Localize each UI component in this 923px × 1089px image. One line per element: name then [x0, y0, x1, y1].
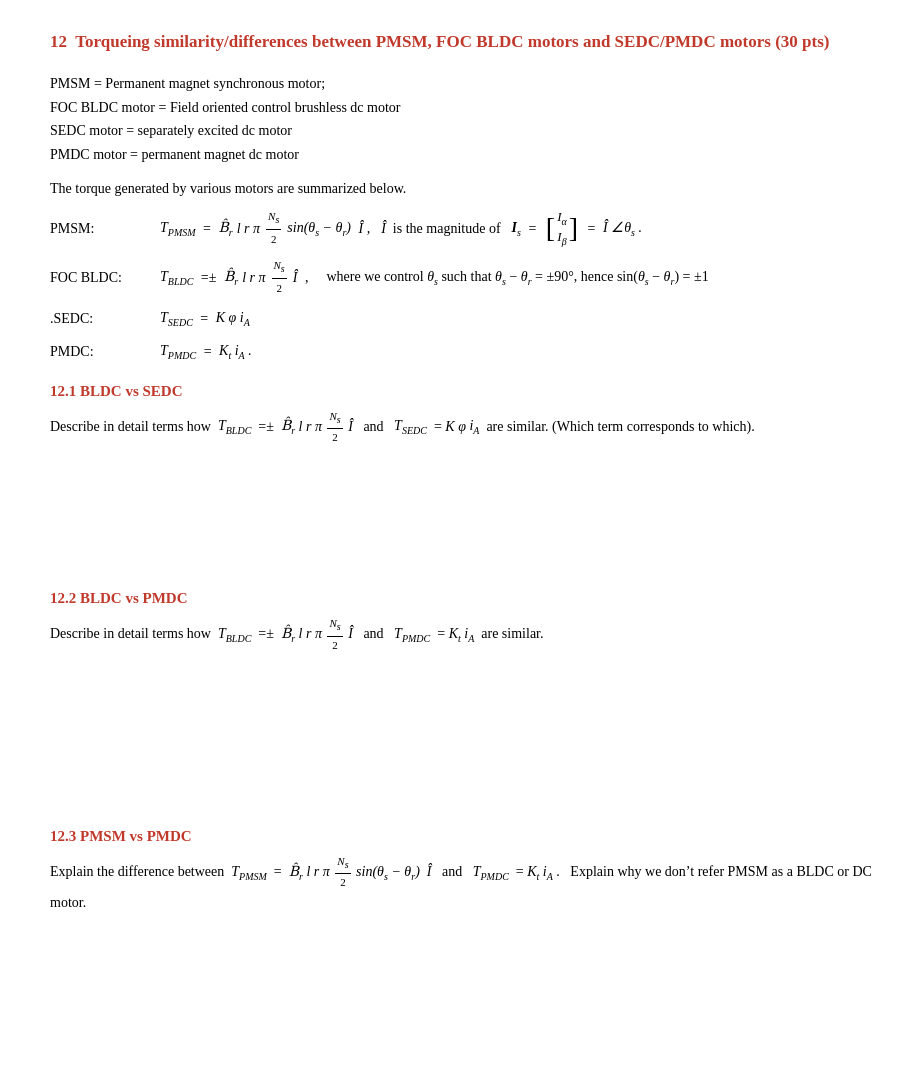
- pmdc-formula: TPMDC = Kt iA .: [160, 338, 252, 365]
- page-title: 12 Torqueing similarity/differences betw…: [50, 30, 873, 54]
- page-container: 12 Torqueing similarity/differences betw…: [50, 30, 873, 914]
- foc-bldc-label: FOC BLDC:: [50, 265, 160, 290]
- pmsm-label: PMSM:: [50, 216, 160, 241]
- pmdc-label: PMDC:: [50, 339, 160, 364]
- answer-space-12-2: [50, 660, 873, 810]
- def-pmsm: PMSM = Permanent magnet synchronous moto…: [50, 72, 873, 96]
- subsection-12-1-text: Describe in detail terms how TBLDC =± B̂…: [50, 408, 873, 447]
- def-sedc: SEDC motor = separately excited dc motor: [50, 119, 873, 143]
- torque-intro: The torque generated by various motors a…: [50, 181, 873, 197]
- definitions-block: PMSM = Permanent magnet synchronous moto…: [50, 72, 873, 167]
- def-foc: FOC BLDC motor = Field oriented control …: [50, 96, 873, 120]
- pmdc-formula-row: PMDC: TPMDC = Kt iA .: [50, 338, 873, 365]
- subsection-12-1-title: 12.1 BLDC vs SEDC: [50, 383, 873, 400]
- foc-bldc-formula-row: FOC BLDC: TBLDC =± B̂r l r π Ns 2 Î , wh…: [50, 256, 873, 299]
- formulas-block: PMSM: TPMSM = B̂r l r π Ns 2 sin(θs − θr…: [50, 207, 873, 365]
- subsection-12-2-text: Describe in detail terms how TBLDC =± B̂…: [50, 615, 873, 654]
- subsection-12-2-title: 12.2 BLDC vs PMDC: [50, 590, 873, 607]
- subsection-12-3-title: 12.3 PMSM vs PMDC: [50, 828, 873, 845]
- subsection-12-3-text: Explain the difference between TPMSM = B…: [50, 853, 873, 914]
- sedc-formula: TSEDC = K φ iA: [160, 305, 250, 332]
- answer-space-12-1: [50, 452, 873, 572]
- def-pmdc: PMDC motor = permanent magnet dc motor: [50, 143, 873, 167]
- pmsm-formula: TPMSM = B̂r l r π Ns 2 sin(θs − θr) Î , …: [160, 207, 642, 250]
- sedc-label: .SEDC:: [50, 306, 160, 331]
- sedc-formula-row: .SEDC: TSEDC = K φ iA: [50, 305, 873, 332]
- foc-bldc-formula: TBLDC =± B̂r l r π Ns 2 Î , where we con…: [160, 256, 709, 299]
- pmsm-formula-row: PMSM: TPMSM = B̂r l r π Ns 2 sin(θs − θr…: [50, 207, 873, 250]
